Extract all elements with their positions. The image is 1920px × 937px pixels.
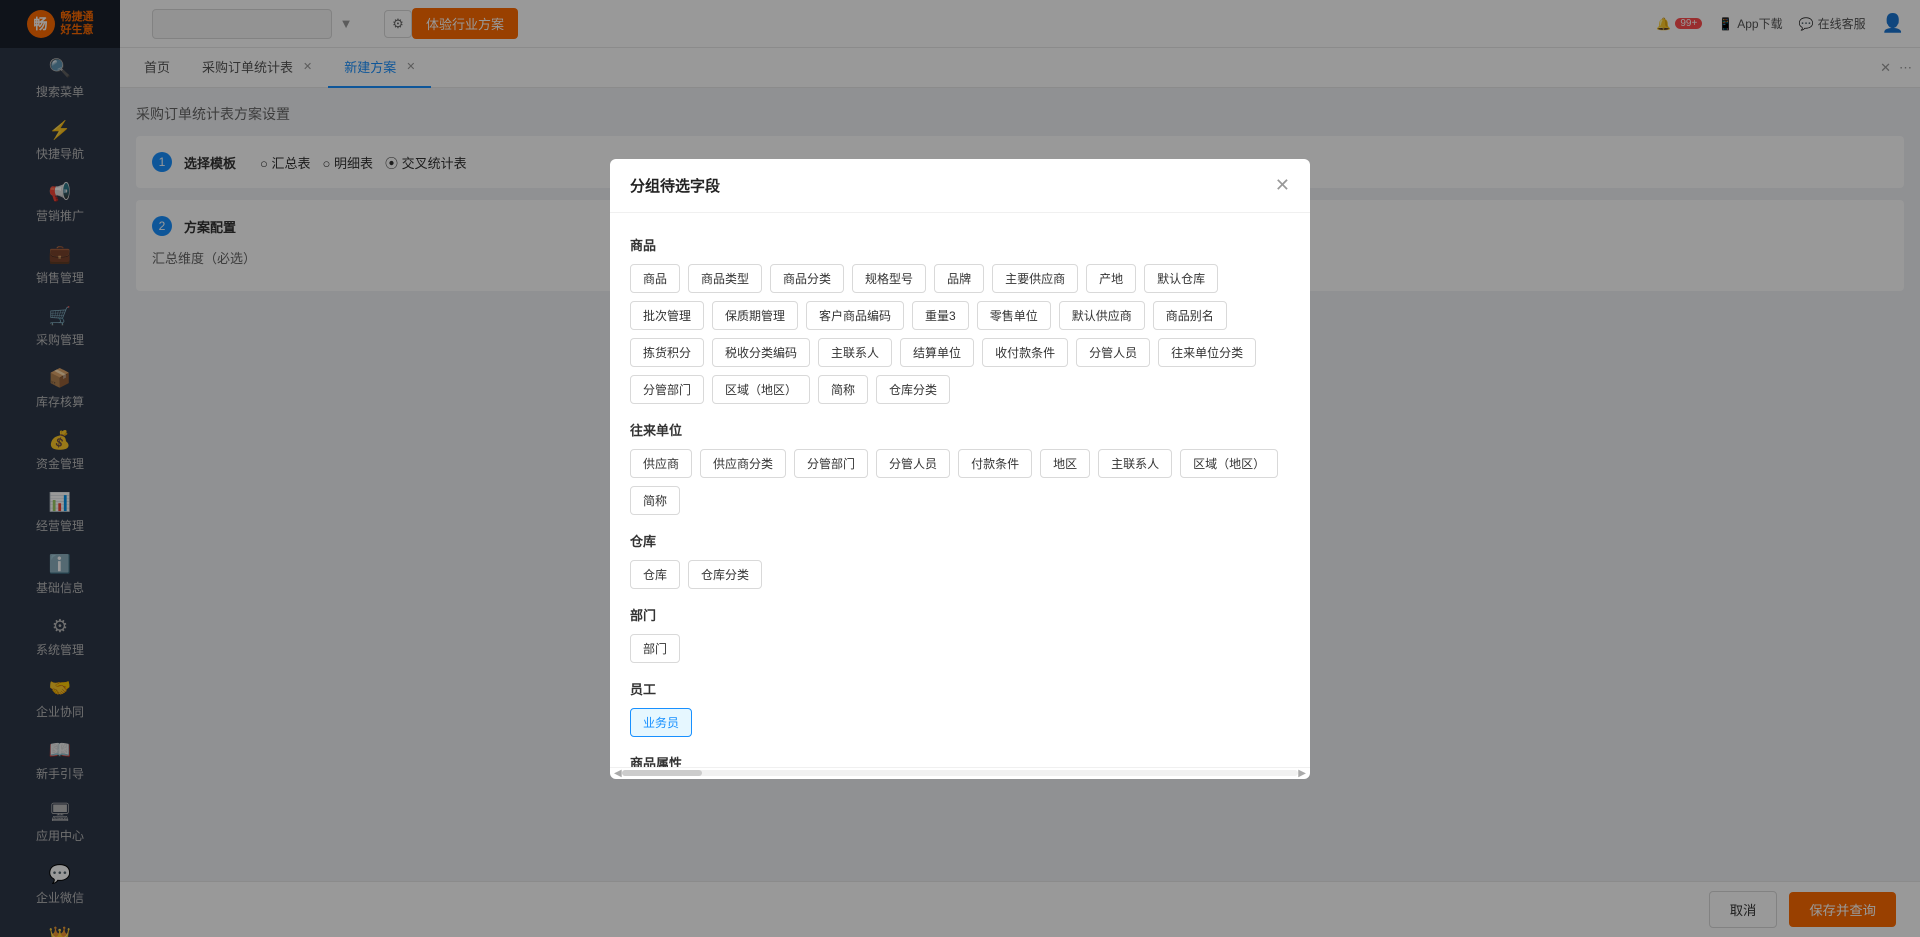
field-tag-0-22[interactable]: 分管部门 [630, 375, 704, 404]
field-tag-0-10[interactable]: 客户商品编码 [806, 301, 904, 330]
field-tag-1-0[interactable]: 供应商 [630, 449, 692, 478]
field-tag-0-21[interactable]: 往来单位分类 [1158, 338, 1256, 367]
section-title-4: 员工 [630, 679, 1290, 698]
section-title-0: 商品 [630, 235, 1290, 254]
field-tag-0-1[interactable]: 商品类型 [688, 264, 762, 293]
modal-overlay: 分组待选字段 ✕ 商品商品商品类型商品分类规格型号品牌主要供应商产地默认仓库批次… [0, 0, 1920, 937]
field-tag-0-13[interactable]: 默认供应商 [1059, 301, 1145, 330]
modal-close-button[interactable]: ✕ [1275, 176, 1290, 194]
field-tag-0-9[interactable]: 保质期管理 [712, 301, 798, 330]
hscroll-thumb[interactable] [622, 770, 702, 776]
field-grid-4: 业务员 [630, 708, 1290, 737]
field-tag-0-5[interactable]: 主要供应商 [992, 264, 1078, 293]
hscroll-track [622, 770, 1299, 776]
field-tag-0-12[interactable]: 零售单位 [977, 301, 1051, 330]
field-tag-2-0[interactable]: 仓库 [630, 560, 680, 589]
field-tag-0-17[interactable]: 主联系人 [818, 338, 892, 367]
field-grid-2: 仓库仓库分类 [630, 560, 1290, 589]
modal-horizontal-scrollbar[interactable]: ◀ ▶ [610, 767, 1310, 779]
field-grid-0: 商品商品类型商品分类规格型号品牌主要供应商产地默认仓库批次管理保质期管理客户商品… [630, 264, 1290, 404]
field-tag-1-1[interactable]: 供应商分类 [700, 449, 786, 478]
field-tag-1-2[interactable]: 分管部门 [794, 449, 868, 478]
field-tag-0-19[interactable]: 收付款条件 [982, 338, 1068, 367]
field-tag-0-11[interactable]: 重量3 [912, 301, 969, 330]
section-title-1: 往来单位 [630, 420, 1290, 439]
field-tag-2-1[interactable]: 仓库分类 [688, 560, 762, 589]
field-tag-1-4[interactable]: 付款条件 [958, 449, 1032, 478]
field-tag-0-8[interactable]: 批次管理 [630, 301, 704, 330]
field-tag-3-0[interactable]: 部门 [630, 634, 680, 663]
field-tag-0-23[interactable]: 区域（地区） [712, 375, 810, 404]
field-tag-0-2[interactable]: 商品分类 [770, 264, 844, 293]
field-tag-1-8[interactable]: 简称 [630, 486, 680, 515]
field-grid-3: 部门 [630, 634, 1290, 663]
field-tag-4-0[interactable]: 业务员 [630, 708, 692, 737]
modal-header: 分组待选字段 ✕ [610, 159, 1310, 213]
modal-dialog: 分组待选字段 ✕ 商品商品商品类型商品分类规格型号品牌主要供应商产地默认仓库批次… [610, 159, 1310, 779]
field-tag-0-25[interactable]: 仓库分类 [876, 375, 950, 404]
field-tag-1-3[interactable]: 分管人员 [876, 449, 950, 478]
modal-title: 分组待选字段 [630, 175, 720, 196]
section-title-5: 商品属性 [630, 753, 1290, 767]
section-title-2: 仓库 [630, 531, 1290, 550]
field-tag-0-7[interactable]: 默认仓库 [1144, 264, 1218, 293]
field-tag-1-5[interactable]: 地区 [1040, 449, 1090, 478]
modal-body: 商品商品商品类型商品分类规格型号品牌主要供应商产地默认仓库批次管理保质期管理客户… [610, 213, 1310, 767]
field-tag-0-3[interactable]: 规格型号 [852, 264, 926, 293]
field-tag-1-7[interactable]: 区域（地区） [1180, 449, 1278, 478]
field-tag-0-4[interactable]: 品牌 [934, 264, 984, 293]
field-tag-0-0[interactable]: 商品 [630, 264, 680, 293]
field-tag-0-15[interactable]: 拣货积分 [630, 338, 704, 367]
hscroll-left-btn[interactable]: ◀ [614, 768, 622, 779]
field-tag-0-24[interactable]: 简称 [818, 375, 868, 404]
field-tag-0-14[interactable]: 商品别名 [1153, 301, 1227, 330]
field-tag-1-6[interactable]: 主联系人 [1098, 449, 1172, 478]
field-tag-0-18[interactable]: 结算单位 [900, 338, 974, 367]
field-tag-0-20[interactable]: 分管人员 [1076, 338, 1150, 367]
hscroll-right-btn[interactable]: ▶ [1298, 768, 1306, 779]
field-grid-1: 供应商供应商分类分管部门分管人员付款条件地区主联系人区域（地区） 简称 [630, 449, 1290, 515]
field-tag-0-6[interactable]: 产地 [1086, 264, 1136, 293]
field-tag-0-16[interactable]: 税收分类编码 [712, 338, 810, 367]
section-title-3: 部门 [630, 605, 1290, 624]
